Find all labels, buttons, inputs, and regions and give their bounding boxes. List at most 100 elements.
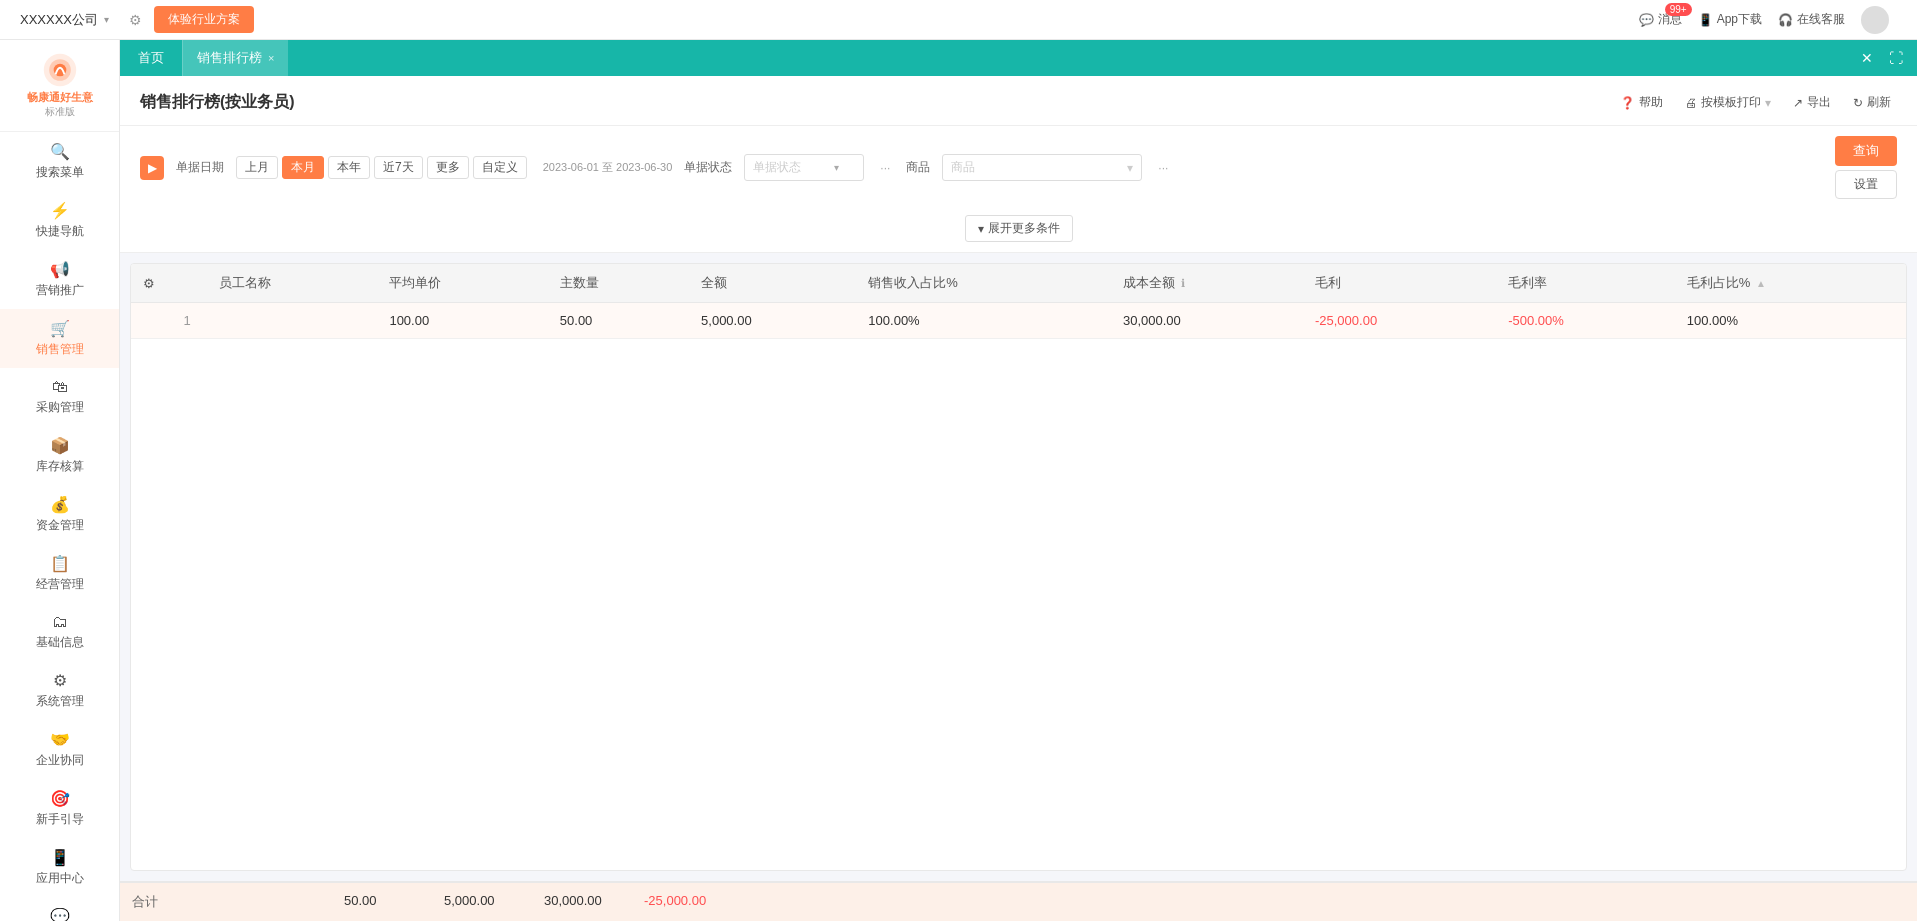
sidebar-item-guide[interactable]: 🎯 新手引导 [0, 779, 119, 838]
app-download-label: App下载 [1717, 11, 1762, 28]
print-btn[interactable]: 🖨 按模板打印 ▾ [1679, 90, 1777, 115]
th-qty: 主数量 [548, 264, 689, 303]
sidebar-item-purchase[interactable]: 🛍 采购管理 [0, 368, 119, 426]
filter-actions: 查询 设置 [1835, 136, 1897, 199]
date-btn-more[interactable]: 更多 [427, 156, 469, 179]
more-fields-btn[interactable]: ··· [876, 161, 894, 175]
td-cost: 30,000.00 [1111, 303, 1303, 339]
sidebar-label: 营销推广 [36, 282, 84, 299]
tab-sales-ranking[interactable]: 销售排行榜 × [182, 40, 288, 76]
company-selector[interactable]: XXXXXX公司 ▾ [12, 7, 117, 33]
tab-home-label: 首页 [138, 49, 164, 67]
sidebar-label: 销售管理 [36, 341, 84, 358]
refresh-btn[interactable]: ↻ 刷新 [1847, 90, 1897, 115]
sidebar-label: 库存核算 [36, 458, 84, 475]
td-row-settings [131, 303, 167, 339]
cart-icon: 🛒 [50, 319, 70, 338]
th-sales-pct: 销售收入占比% [856, 264, 1111, 303]
date-label: 单据日期 [176, 159, 224, 176]
status-select[interactable]: 单据状态 ▾ [744, 154, 864, 181]
table-container: ⚙ 员工名称 平均单价 主数量 全额 销售收入占比% 成本全额 ℹ [130, 263, 1907, 871]
footer-qty: 50.00 [332, 893, 432, 911]
sidebar: 畅康通好生意 标准版 🔍 搜索菜单 ⚡ 快捷导航 📢 营销推广 🛒 销售管理 🛍… [0, 40, 120, 921]
footer-gross: -25,000.00 [632, 893, 732, 911]
sidebar-item-search[interactable]: 🔍 搜索菜单 [0, 132, 119, 191]
gross-pct-sort-icon[interactable]: ▲ [1756, 278, 1766, 289]
goods-label: 商品 [906, 159, 930, 176]
target-icon: 🎯 [50, 789, 70, 808]
sidebar-item-appstore[interactable]: 📱 应用中心 [0, 838, 119, 897]
page-header: 销售排行榜(按业务员) ❓ 帮助 🖨 按模板打印 ▾ ↗ 导出 [120, 76, 1917, 126]
goods-more-btn[interactable]: ··· [1154, 161, 1172, 175]
printer-icon: 🖨 [1685, 96, 1697, 110]
print-chevron-icon: ▾ [1765, 96, 1771, 110]
top-bar-right: 💬 消息 99+ 📱 App下载 🎧 在线客服 [1639, 6, 1905, 34]
expand-btn[interactable]: ▾ 展开更多条件 [965, 215, 1073, 242]
logo-text: 畅康通好生意 [27, 90, 93, 105]
table-row[interactable]: 1 100.00 50.00 5,000.00 100.00% 30,000.0… [131, 303, 1906, 339]
sidebar-item-collab[interactable]: 🤝 企业协同 [0, 720, 119, 779]
tab-close-window-btn[interactable]: ✕ [1857, 46, 1877, 70]
message-icon: 💬 [1639, 13, 1654, 27]
th-avg-price: 平均单价 [377, 264, 547, 303]
date-btn-thisyear[interactable]: 本年 [328, 156, 370, 179]
th-gross-pct: 毛利占比% ▲ [1675, 264, 1906, 303]
app-download-item[interactable]: 📱 App下载 [1698, 11, 1762, 28]
sidebar-item-finance[interactable]: 💰 资金管理 [0, 485, 119, 544]
th-amount: 全额 [689, 264, 856, 303]
phone-app-icon: 📱 [50, 848, 70, 867]
trial-btn[interactable]: 体验行业方案 [154, 6, 254, 33]
cost-info-icon[interactable]: ℹ [1181, 277, 1185, 289]
td-amount: 5,000.00 [689, 303, 856, 339]
clipboard-icon: 📋 [50, 554, 70, 573]
message-item[interactable]: 💬 消息 99+ [1639, 11, 1682, 28]
sidebar-label: 快捷导航 [36, 223, 84, 240]
date-btn-custom[interactable]: 自定义 [473, 156, 527, 179]
goods-select[interactable]: 商品 ▾ [942, 154, 1142, 181]
filter-toggle-btn[interactable]: ▶ [140, 156, 164, 180]
sidebar-logo: 畅康通好生意 标准版 [0, 40, 119, 132]
td-gross-rate: -500.00% [1496, 303, 1675, 339]
gear-menu-icon: ⚙ [53, 671, 67, 690]
tab-bar-actions: ✕ ⛶ [1847, 40, 1917, 76]
sidebar-item-wechat[interactable]: 💬 企业微信 [0, 897, 119, 921]
th-settings[interactable]: ⚙ [131, 264, 167, 303]
sidebar-item-quick[interactable]: ⚡ 快捷导航 [0, 191, 119, 250]
td-name [207, 303, 377, 339]
goods-placeholder: 商品 [951, 159, 975, 176]
setting-btn[interactable]: 设置 [1835, 170, 1897, 199]
handshake-icon: 🤝 [50, 730, 70, 749]
headset-icon: 🎧 [1778, 13, 1793, 27]
th-cost: 成本全额 ℹ [1111, 264, 1303, 303]
goods-select-chevron: ▾ [1127, 161, 1133, 175]
tab-maximize-btn[interactable]: ⛶ [1885, 46, 1907, 70]
td-gross: -25,000.00 [1303, 303, 1496, 339]
date-range-display: 2023-06-01 至 2023-06-30 [543, 160, 673, 175]
date-btn-lastmonth[interactable]: 上月 [236, 156, 278, 179]
logo-sub: 标准版 [45, 105, 75, 119]
help-btn[interactable]: ❓ 帮助 [1614, 90, 1669, 115]
avatar[interactable] [1861, 6, 1889, 34]
sidebar-item-marketing[interactable]: 📢 营销推广 [0, 250, 119, 309]
sidebar-item-inventory[interactable]: 📦 库存核算 [0, 426, 119, 485]
date-btn-7days[interactable]: 近7天 [374, 156, 423, 179]
filter-row-main: ▶ 单据日期 上月 本月 本年 近7天 更多 自定义 2023-06-01 至 … [140, 136, 1897, 199]
sidebar-item-system[interactable]: ⚙ 系统管理 [0, 661, 119, 720]
td-avg-price: 100.00 [377, 303, 547, 339]
company-name: XXXXXX公司 [20, 11, 98, 29]
sidebar-item-sales[interactable]: 🛒 销售管理 [0, 309, 119, 368]
sidebar-item-basic[interactable]: 🗂 基础信息 [0, 603, 119, 661]
tab-close-icon[interactable]: × [268, 52, 274, 64]
settings-icon[interactable]: ⚙ [129, 12, 142, 28]
status-select-value: 单据状态 [753, 159, 801, 176]
sidebar-item-business[interactable]: 📋 经营管理 [0, 544, 119, 603]
expand-icon: ▾ [978, 222, 984, 236]
query-btn[interactable]: 查询 [1835, 136, 1897, 166]
tab-home[interactable]: 首页 [120, 40, 182, 76]
sidebar-label: 基础信息 [36, 634, 84, 651]
export-btn[interactable]: ↗ 导出 [1787, 90, 1837, 115]
online-support-item[interactable]: 🎧 在线客服 [1778, 11, 1845, 28]
date-btn-thismonth[interactable]: 本月 [282, 156, 324, 179]
page-title: 销售排行榜(按业务员) [140, 92, 295, 113]
sidebar-label: 系统管理 [36, 693, 84, 710]
